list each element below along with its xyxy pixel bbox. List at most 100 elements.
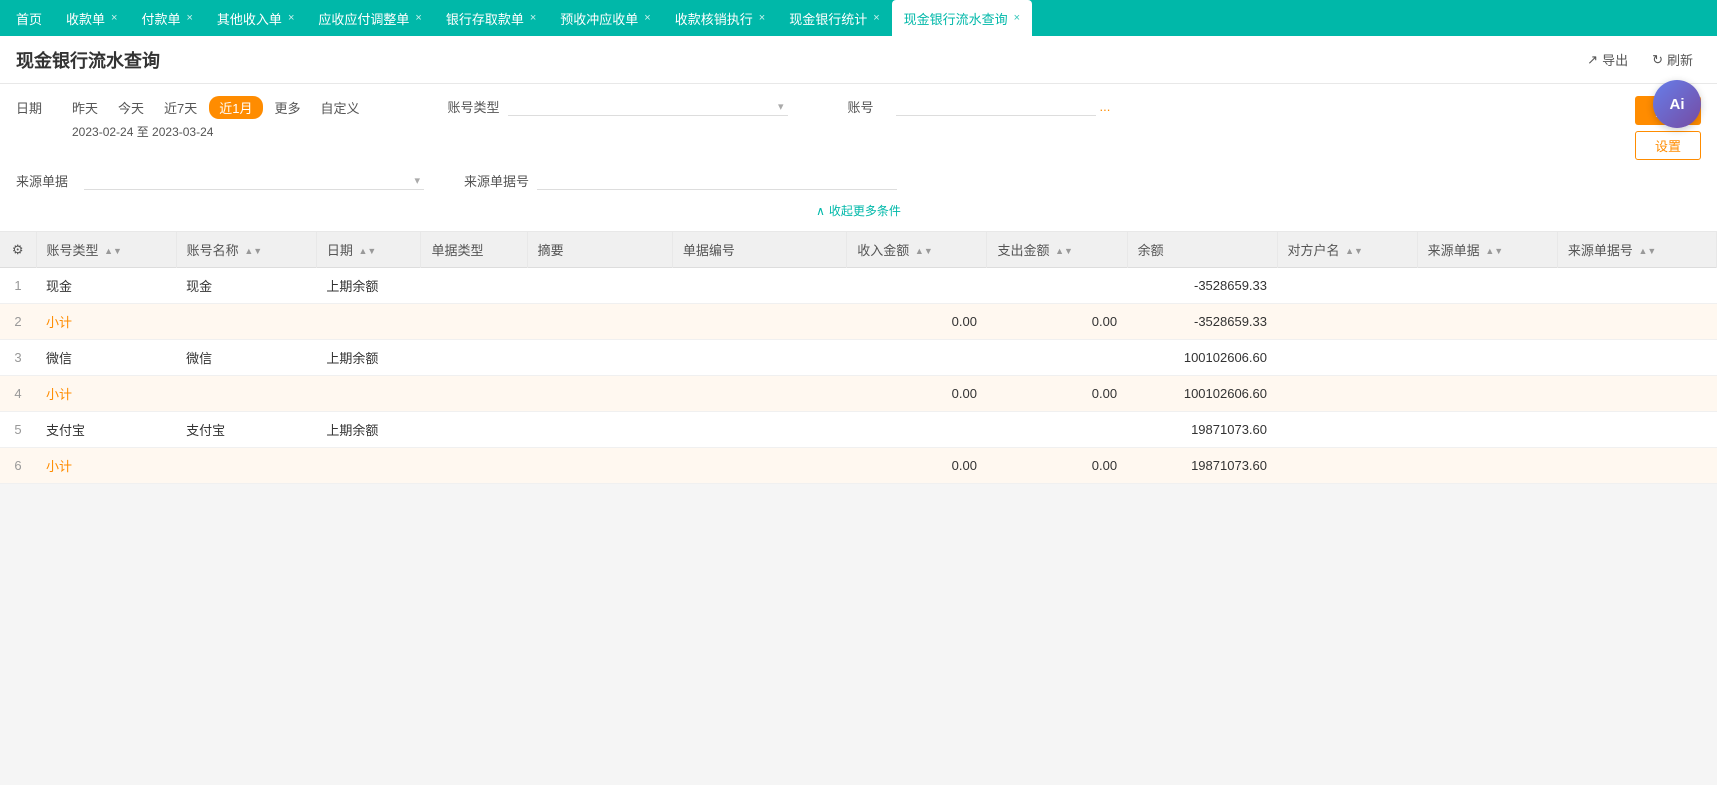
nav-cash-bank-flow[interactable]: 现金银行流水查询 × xyxy=(892,0,1032,36)
cell-expense: 0.00 xyxy=(987,448,1127,484)
cell-income xyxy=(847,412,987,448)
cell-doc-type xyxy=(421,304,527,340)
cell-counterparty xyxy=(1277,340,1417,376)
nav-other-income[interactable]: 其他收入单 × xyxy=(205,0,306,36)
cell-account-name: 现金 xyxy=(176,268,316,304)
cell-account-type: 现金 xyxy=(36,268,176,304)
sort-arrows[interactable]: ▲▼ xyxy=(104,247,122,256)
cell-doc-no xyxy=(672,340,846,376)
sort-arrows[interactable]: ▲▼ xyxy=(1638,247,1656,256)
source-doc-no-input[interactable] xyxy=(537,170,897,190)
source-doc-select[interactable] xyxy=(84,170,424,190)
source-doc-label: 来源单据 xyxy=(16,171,76,190)
nav-cash-bank-stat[interactable]: 现金银行统计 × xyxy=(777,0,891,36)
cell-summary xyxy=(527,268,672,304)
export-button[interactable]: ↗ 导出 xyxy=(1579,46,1636,73)
cell-doc-type xyxy=(421,412,527,448)
cell-account-type: 小计 xyxy=(36,304,176,340)
date-today[interactable]: 今天 xyxy=(110,96,152,119)
cell-doc-type xyxy=(421,268,527,304)
date-7days[interactable]: 近7天 xyxy=(156,96,205,119)
cell-account-name xyxy=(176,448,316,484)
table-row: 2 小计 0.00 0.00 -3528659.33 xyxy=(0,304,1717,340)
nav-bank-deposit[interactable]: 银行存取款单 × xyxy=(434,0,548,36)
nav-receipt-exec[interactable]: 收款核销执行 × xyxy=(663,0,777,36)
cell-income: 0.00 xyxy=(847,448,987,484)
sort-arrows[interactable]: ▲▼ xyxy=(244,247,262,256)
table-row: 1 现金 现金 上期余额 -3528659.33 xyxy=(0,268,1717,304)
close-icon[interactable]: × xyxy=(873,12,879,24)
cell-counterparty xyxy=(1277,268,1417,304)
cell-income: 0.00 xyxy=(847,376,987,412)
cell-source-doc xyxy=(1417,268,1557,304)
cell-summary xyxy=(527,412,672,448)
header-actions: ↗ 导出 ↻ 刷新 xyxy=(1579,46,1701,73)
cell-doc-no xyxy=(672,448,846,484)
sort-arrows[interactable]: ▲▼ xyxy=(1485,247,1503,256)
cell-doc-type xyxy=(421,448,527,484)
date-yesterday[interactable]: 昨天 xyxy=(64,96,106,119)
col-balance: 余额 xyxy=(1127,232,1277,268)
col-date: 日期 ▲▼ xyxy=(316,232,421,268)
nav-receipt[interactable]: 收款单 × xyxy=(54,0,129,36)
table-header-row: ⚙ 账号类型 ▲▼ 账号名称 ▲▼ 日期 ▲▼ 单据类型 摘要 单据编号 xyxy=(0,232,1717,268)
col-source-doc-no: 来源单据号 ▲▼ xyxy=(1557,232,1716,268)
collapse-bar[interactable]: ∧ 收起更多条件 xyxy=(16,198,1701,223)
row-num: 5 xyxy=(0,412,36,448)
close-icon[interactable]: × xyxy=(111,12,117,24)
row-num: 4 xyxy=(0,376,36,412)
account-type-select[interactable] xyxy=(508,96,788,116)
date-more[interactable]: 更多 xyxy=(267,96,309,119)
sort-arrows[interactable]: ▲▼ xyxy=(1055,247,1073,256)
cell-balance: -3528659.33 xyxy=(1127,304,1277,340)
col-doc-no: 单据编号 xyxy=(672,232,846,268)
nav-payment[interactable]: 付款单 × xyxy=(129,0,204,36)
date-1month[interactable]: 近1月 xyxy=(209,96,262,119)
account-type-label: 账号类型 xyxy=(448,97,500,116)
row-num: 3 xyxy=(0,340,36,376)
table-body: 1 现金 现金 上期余额 -3528659.33 2 小计 0.00 0.00 … xyxy=(0,268,1717,484)
nav-pre-receipt[interactable]: 预收冲应收单 × xyxy=(548,0,662,36)
close-icon[interactable]: × xyxy=(415,12,421,24)
nav-home[interactable]: 首页 xyxy=(4,0,54,36)
table-row: 6 小计 0.00 0.00 19871073.60 xyxy=(0,448,1717,484)
close-icon[interactable]: × xyxy=(530,12,536,24)
col-expense: 支出金额 ▲▼ xyxy=(987,232,1127,268)
close-icon[interactable]: × xyxy=(1014,12,1020,24)
date-custom[interactable]: 自定义 xyxy=(313,96,368,119)
sort-arrows[interactable]: ▲▼ xyxy=(1345,247,1363,256)
close-icon[interactable]: × xyxy=(759,12,765,24)
col-account-name: 账号名称 ▲▼ xyxy=(176,232,316,268)
cell-expense xyxy=(987,412,1127,448)
cell-source-doc-no xyxy=(1557,304,1716,340)
nav-ar-ap-adjust[interactable]: 应收应付调整单 × xyxy=(306,0,433,36)
sort-arrows[interactable]: ▲▼ xyxy=(915,247,933,256)
cell-counterparty xyxy=(1277,448,1417,484)
top-nav: 首页 收款单 × 付款单 × 其他收入单 × 应收应付调整单 × 银行存取款单 … xyxy=(0,0,1717,36)
table-row: 5 支付宝 支付宝 上期余额 19871073.60 xyxy=(0,412,1717,448)
account-input[interactable] xyxy=(896,96,1096,116)
cell-expense xyxy=(987,268,1127,304)
source-doc-select-wrapper: ▾ xyxy=(84,170,424,190)
cell-summary xyxy=(527,376,672,412)
account-label: 账号 xyxy=(848,97,888,116)
account-ellipsis-button[interactable]: ... xyxy=(1096,97,1115,116)
date-range-display: 2023-02-24 至 2023-03-24 xyxy=(72,125,213,139)
cell-account-type: 小计 xyxy=(36,376,176,412)
sort-arrows[interactable]: ▲▼ xyxy=(358,247,376,256)
setting-button[interactable]: 设置 xyxy=(1635,131,1701,160)
cell-income: 0.00 xyxy=(847,304,987,340)
row-num: 1 xyxy=(0,268,36,304)
cell-counterparty xyxy=(1277,376,1417,412)
ai-badge[interactable]: Ai xyxy=(1653,80,1701,128)
gear-icon[interactable]: ⚙ xyxy=(12,242,24,257)
close-icon[interactable]: × xyxy=(644,12,650,24)
cell-summary xyxy=(527,340,672,376)
close-icon[interactable]: × xyxy=(186,12,192,24)
refresh-button[interactable]: ↻ 刷新 xyxy=(1644,46,1701,73)
cell-source-doc-no xyxy=(1557,340,1716,376)
cell-source-doc xyxy=(1417,448,1557,484)
cell-account-name xyxy=(176,376,316,412)
close-icon[interactable]: × xyxy=(288,12,294,24)
cell-date: 上期余额 xyxy=(316,340,421,376)
